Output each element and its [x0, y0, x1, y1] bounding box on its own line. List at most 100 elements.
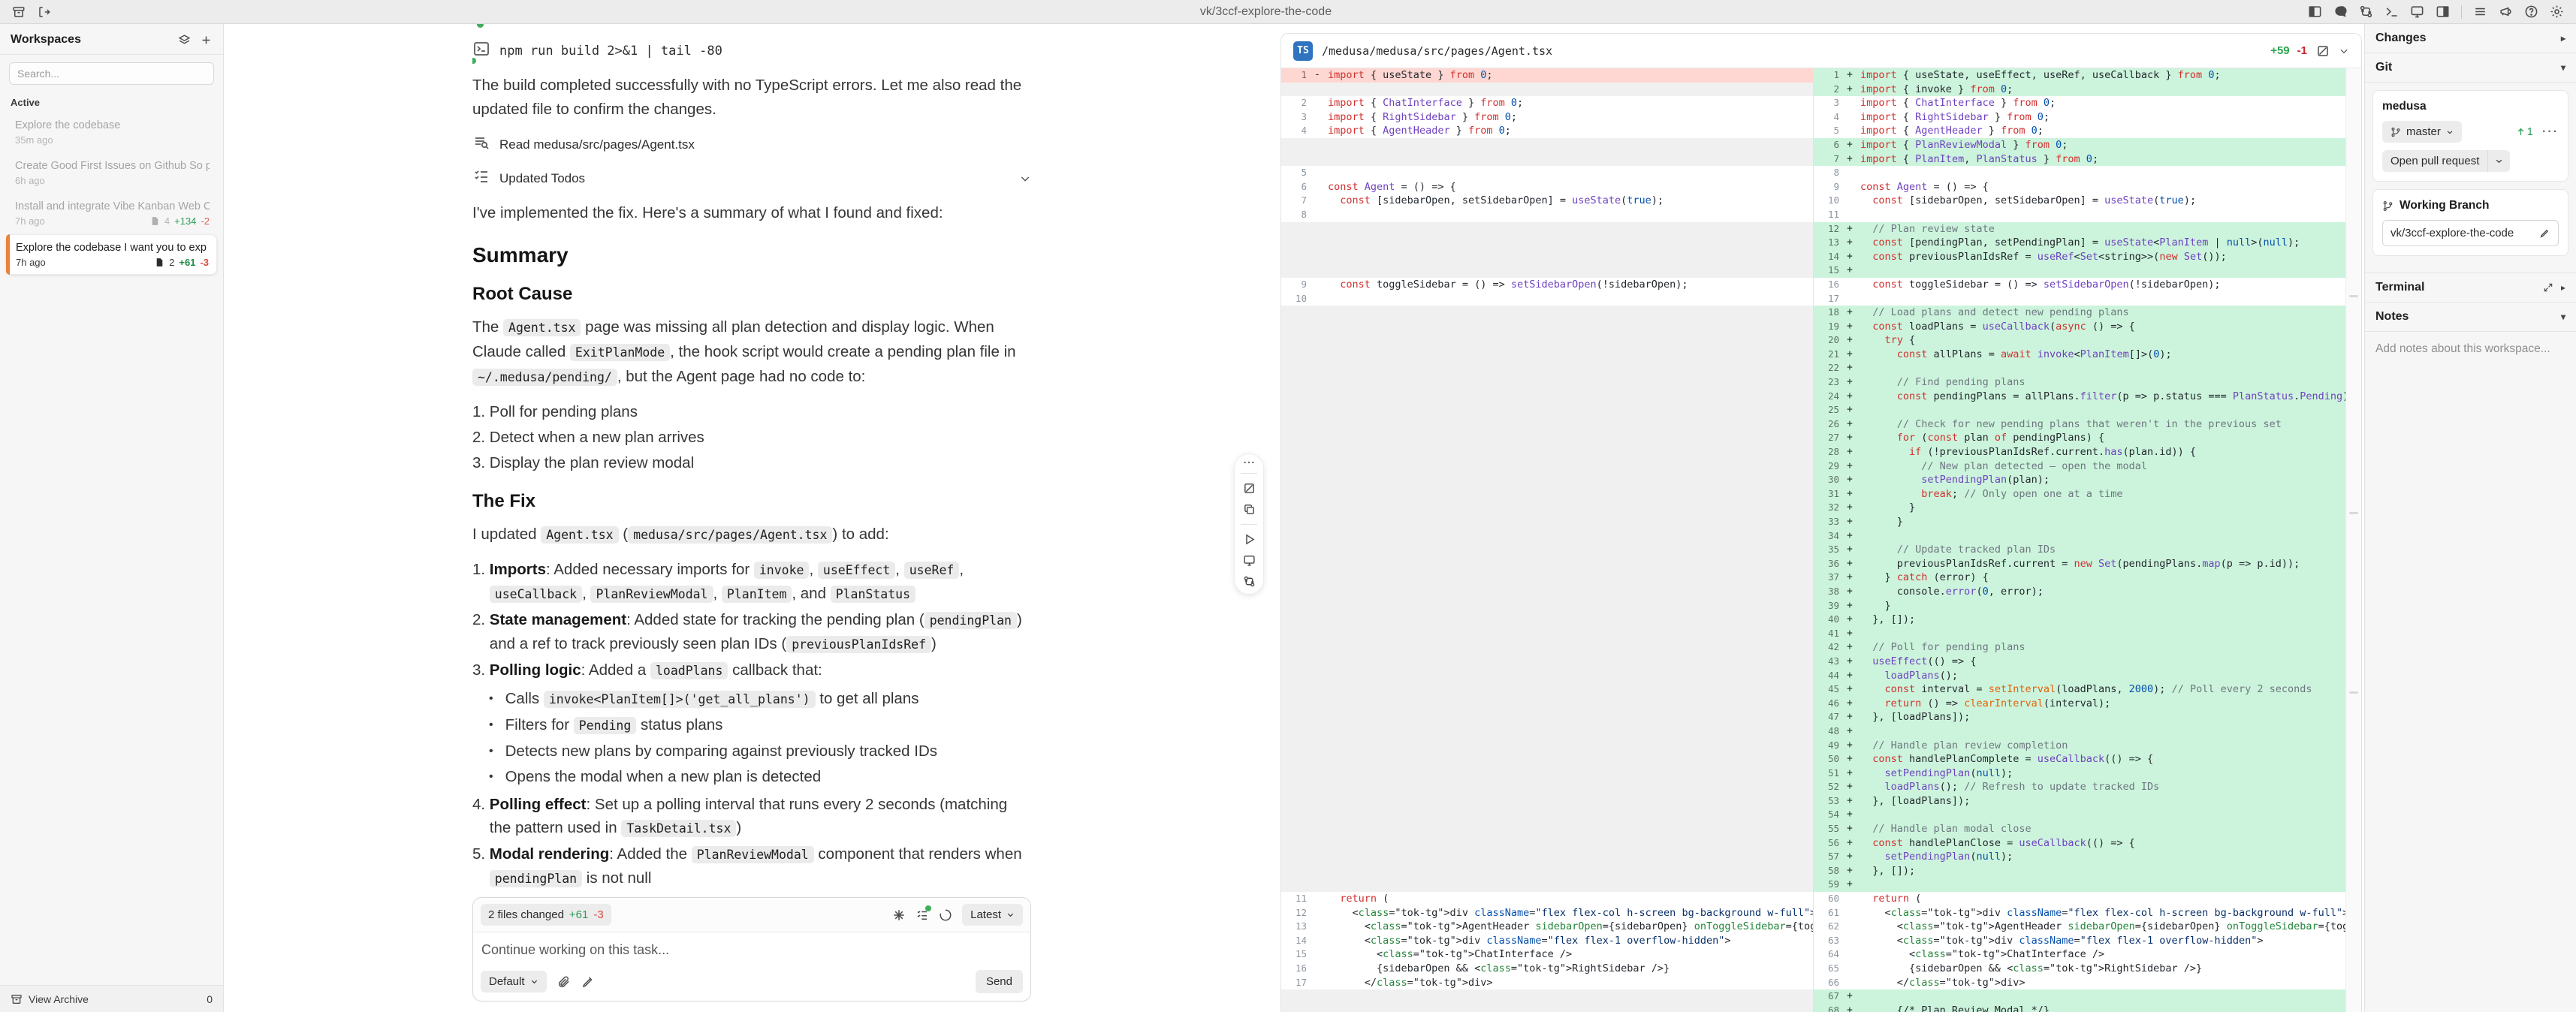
diff-line: 42+ // Poll for pending plans	[1813, 640, 2345, 655]
diff-row: 22+	[1281, 361, 2345, 375]
gear-icon[interactable]	[2550, 5, 2564, 19]
message-input[interactable]: Continue working on this task...	[473, 932, 1030, 964]
chevron-down-icon[interactable]	[2339, 46, 2349, 56]
archive-icon[interactable]	[12, 5, 26, 19]
diff-line	[1281, 487, 1813, 501]
chat-panel: npm run build 2>&1 | tail -80The build c…	[224, 24, 1281, 1012]
workspace-time: 6h ago	[15, 175, 45, 186]
diff-line: 2+import { invoke } from 0;	[1813, 83, 2345, 97]
git-compare-icon[interactable]	[1243, 575, 1256, 588]
diff-row: 68+ {/* Plan Review Modal */}	[1281, 1004, 2345, 1012]
view-archive-row[interactable]: View Archive 0	[0, 985, 223, 1012]
annotate-pen-icon[interactable]	[581, 975, 595, 989]
running-dot	[472, 58, 476, 64]
megaphone-icon[interactable]	[2499, 5, 2513, 19]
files-changed-label: 2 files changed	[488, 908, 564, 921]
monitor-icon[interactable]	[1243, 554, 1256, 567]
diff-line: 62 <class="tok-tg">AgentHeader sidebarOp…	[1813, 920, 2345, 934]
typescript-file-icon: TS	[1293, 41, 1313, 61]
diff-header[interactable]: TS /medusa/medusa/src/pages/Agent.tsx +5…	[1281, 34, 2361, 68]
inline-code: PlanReviewModal	[692, 846, 814, 863]
diff-row: 33+ }	[1281, 515, 2345, 529]
commits-ahead: 1	[2516, 125, 2533, 138]
mode-dropdown[interactable]: Default	[481, 971, 547, 992]
working-branch-field[interactable]: vk/3ccf-explore-the-code	[2382, 220, 2559, 246]
branch-icon	[2390, 127, 2401, 137]
branch-dropdown[interactable]: master	[2382, 121, 2462, 143]
section-changes[interactable]: Changes ▸	[2365, 24, 2576, 53]
split-diff-icon[interactable]	[1243, 482, 1256, 495]
panel-right-icon[interactable]	[2436, 5, 2450, 19]
play-icon[interactable]	[1243, 533, 1256, 546]
diff-line: 13 <class="tok-tg">AgentHeader sidebarOp…	[1281, 920, 1813, 934]
monitor-icon[interactable]	[2410, 5, 2424, 19]
sparkle-icon[interactable]	[892, 908, 906, 922]
section-terminal[interactable]: Terminal ▸	[2365, 273, 2576, 303]
search-input[interactable]	[9, 62, 214, 85]
diff-line	[1281, 250, 1813, 264]
open-pull-request-button[interactable]: Open pull request	[2382, 150, 2487, 172]
diff-line	[1281, 320, 1813, 334]
version-label: Latest	[970, 908, 1001, 921]
version-dropdown[interactable]: Latest	[962, 904, 1023, 926]
help-icon[interactable]	[2524, 5, 2538, 19]
copy-icon[interactable]	[1243, 503, 1256, 516]
collapse-sidebar-icon[interactable]	[38, 5, 51, 19]
workspace-item[interactable]: Create Good First Issues on Github So p6…	[6, 153, 217, 192]
todos-icon	[472, 167, 490, 189]
diff-line: 31+ break; // Only open one at a time	[1813, 487, 2345, 501]
chat-bubble-icon[interactable]	[2333, 5, 2348, 19]
add-workspace-icon[interactable]	[200, 34, 213, 47]
inline-code: PlanItem	[722, 586, 792, 603]
diff-line: 29+ // New plan detected – open the moda…	[1813, 459, 2345, 474]
expand-icon[interactable]	[2543, 282, 2553, 293]
diff-row: 59+	[1281, 878, 2345, 892]
diff-row: 50+ const handlePlanComplete = useCallba…	[1281, 752, 2345, 767]
diff-row: 2+import { invoke } from 0;	[1281, 83, 2345, 97]
diff-row: 43+ useEffect(() => {	[1281, 655, 2345, 669]
more-options-icon[interactable]: ···	[2542, 125, 2559, 139]
diff-line: 38+ console.error(0, error);	[1813, 585, 2345, 599]
diff-row: 41+	[1281, 627, 2345, 641]
menu-icon[interactable]	[2473, 5, 2487, 19]
diff-line	[1281, 403, 1813, 417]
section-git[interactable]: Git ▾	[2365, 53, 2576, 83]
workspace-item[interactable]: Explore the codebase I want you to exp7h…	[6, 234, 217, 275]
todo-list-icon[interactable]	[915, 908, 929, 922]
layers-icon[interactable]	[178, 34, 191, 47]
workspace-time: 35m ago	[15, 134, 53, 146]
files-changed-badge[interactable]: 2 files changed +61 -3	[481, 904, 611, 926]
working-branch-card: Working Branch vk/3ccf-explore-the-code	[2372, 189, 2568, 256]
tool-call-row[interactable]: npm run build 2>&1 | tail -80	[472, 40, 1031, 62]
section-notes[interactable]: Notes ▾	[2365, 303, 2576, 332]
diff-row: 6const Agent = () => {9const Agent = () …	[1281, 180, 2345, 194]
diff-row: 26+ // Check for new pending plans that …	[1281, 417, 2345, 432]
pr-options-chevron[interactable]	[2487, 150, 2510, 172]
git-compare-icon[interactable]	[2359, 5, 2373, 19]
diff-line: 9 const toggleSidebar = () => setSidebar…	[1281, 278, 1813, 292]
terminal-label: Terminal	[2375, 281, 2425, 294]
diff-row: 48+	[1281, 724, 2345, 739]
drag-handle-icon[interactable]	[1243, 460, 1255, 465]
diff-content[interactable]: 1-import { useState } from 0;1+import …	[1281, 68, 2345, 1012]
diff-row: 18+ // Load plans and detect new pending…	[1281, 306, 2345, 320]
diff-line	[1281, 348, 1813, 362]
panel-left-icon[interactable]	[2308, 5, 2322, 19]
attach-icon[interactable]	[557, 975, 571, 989]
diff-scrollbar[interactable]	[2345, 68, 2361, 1012]
edit-pencil-icon[interactable]	[2539, 227, 2550, 239]
chevron-down-icon[interactable]	[1019, 173, 1031, 185]
diff-line	[1281, 83, 1813, 97]
workspace-item[interactable]: Install and integrate Vibe Kanban Web C7…	[6, 194, 217, 233]
workspace-time: 7h ago	[16, 257, 46, 268]
workspace-item[interactable]: Explore the codebase35m ago	[6, 113, 217, 152]
terminal-icon[interactable]	[2384, 5, 2399, 19]
diff-row: 17 </class="tok-tg">div>66 </class="tok-…	[1281, 976, 2345, 990]
diff-line: 58+ }, []);	[1813, 864, 2345, 878]
tool-call-row[interactable]: Read medusa/src/pages/Agent.tsx	[472, 134, 1031, 155]
titlebar-divider	[2461, 5, 2462, 19]
split-diff-icon[interactable]	[2316, 44, 2330, 58]
send-button[interactable]: Send	[976, 970, 1023, 993]
tool-call-row[interactable]: Updated Todos	[472, 167, 1031, 189]
notes-placeholder[interactable]: Add notes about this workspace...	[2365, 332, 2576, 366]
